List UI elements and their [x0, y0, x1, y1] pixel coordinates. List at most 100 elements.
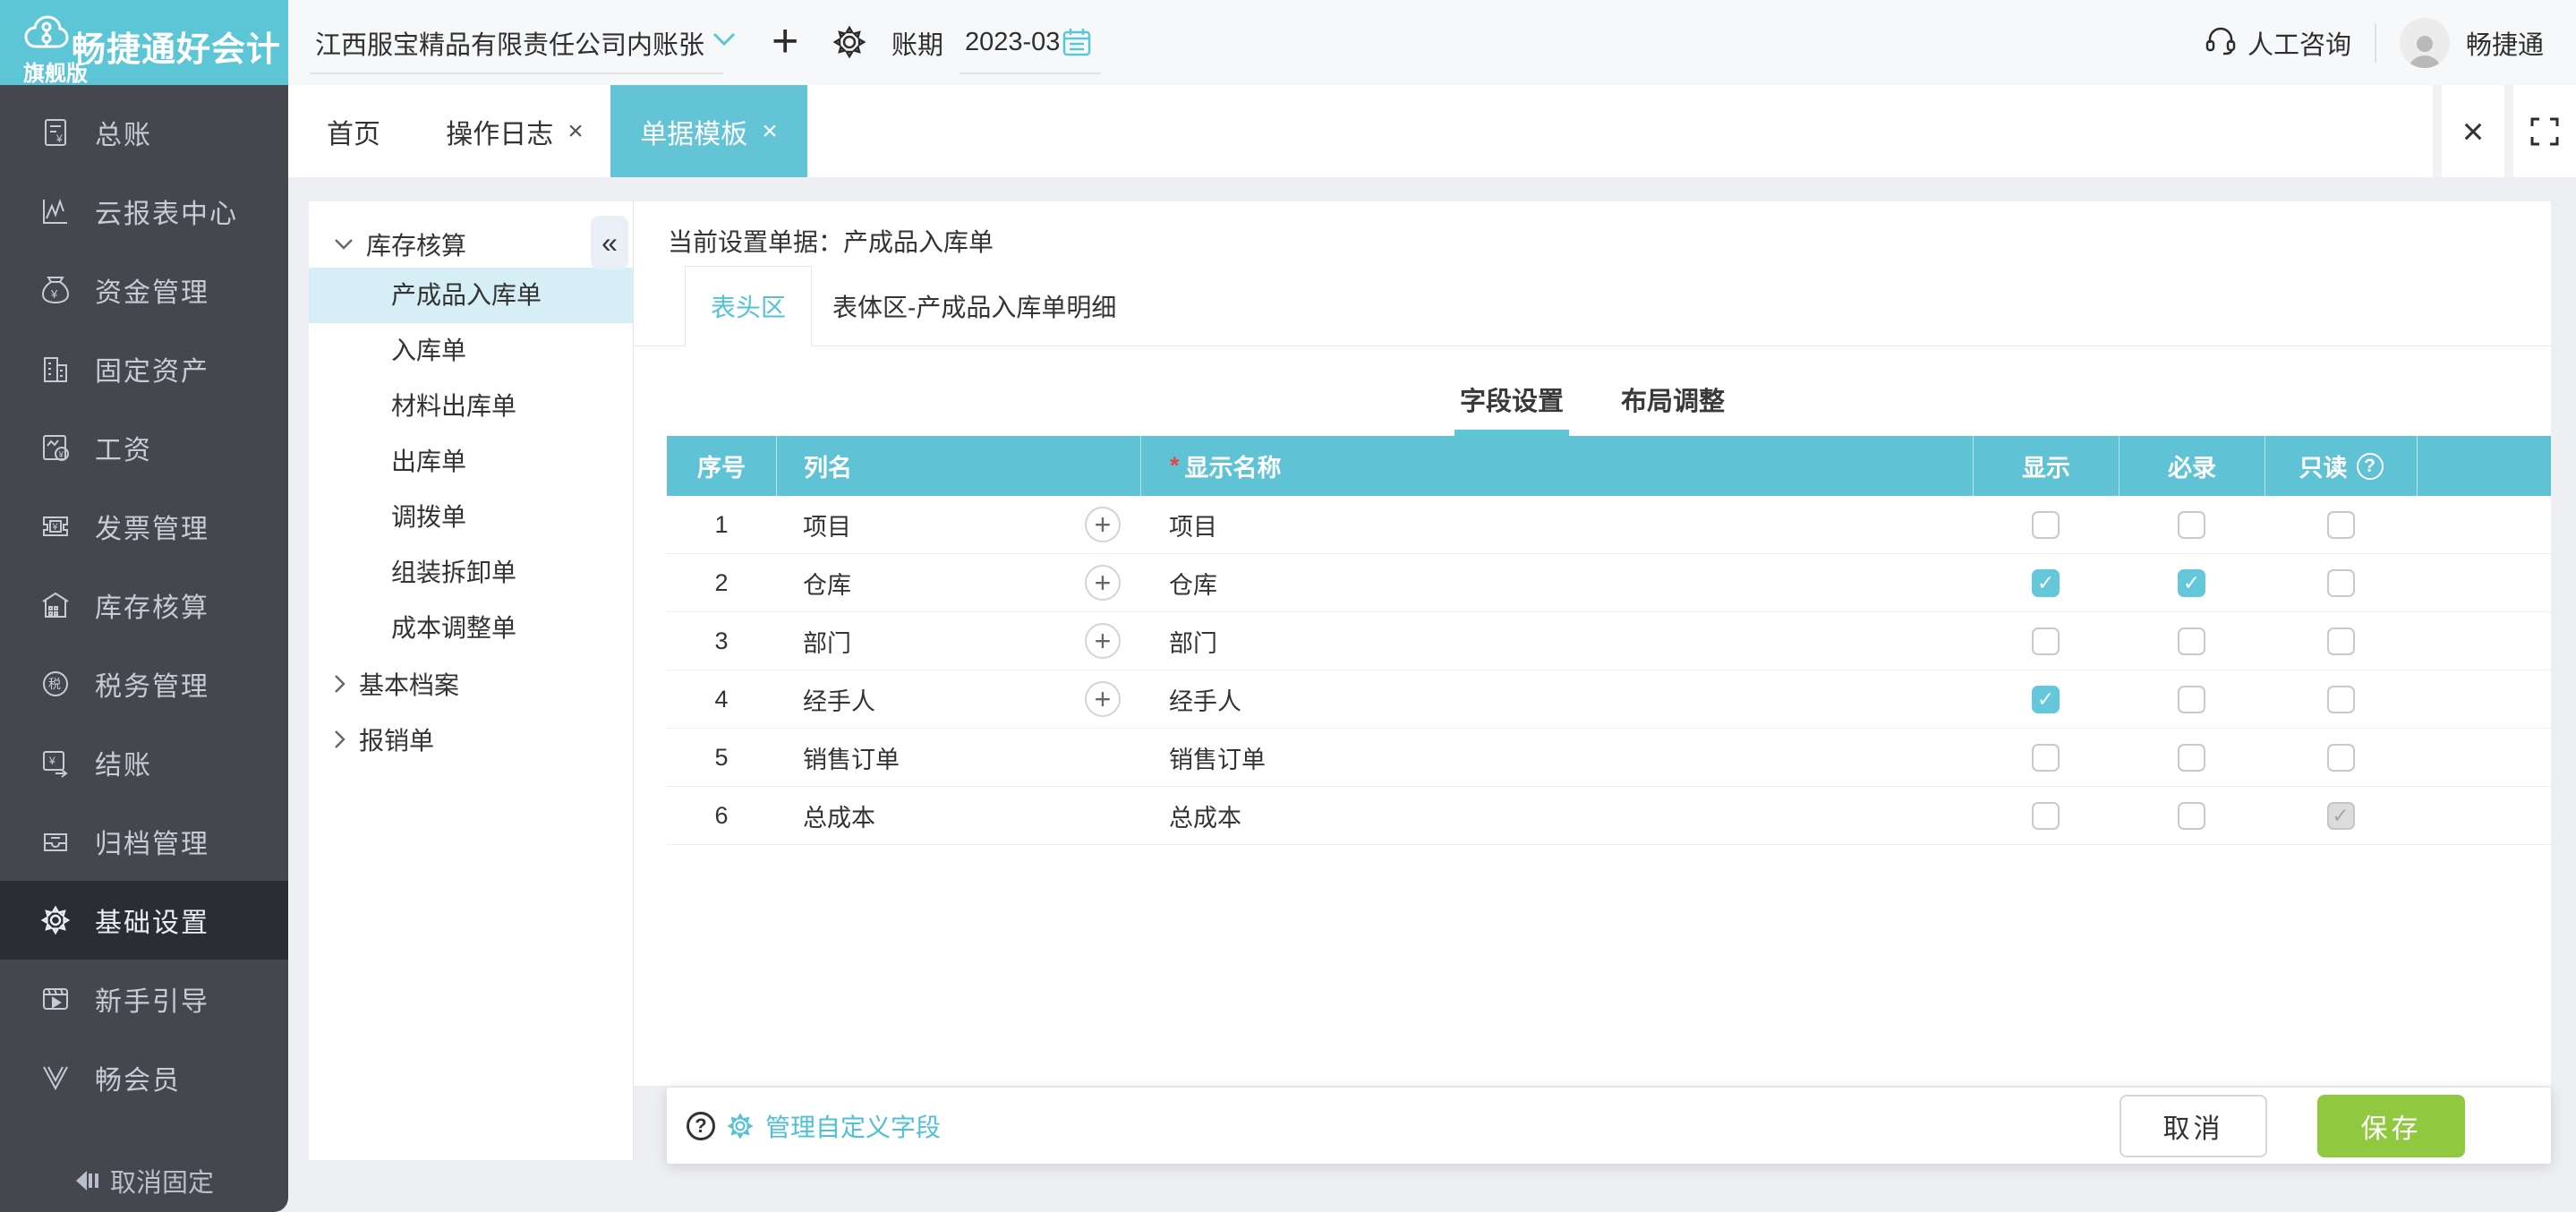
- manual-consult-button[interactable]: 人工咨询: [2205, 23, 2351, 63]
- tab-header-area[interactable]: 表头区: [685, 266, 812, 346]
- calendar-icon[interactable]: [1062, 27, 1092, 62]
- sidebar-item-invoices[interactable]: ¥ 发票管理: [0, 487, 288, 566]
- tab-operation-log[interactable]: 操作日志 ×: [419, 85, 610, 177]
- table-row: 1 项目 + 项目: [667, 496, 2551, 554]
- required-checkbox[interactable]: [2178, 801, 2205, 830]
- svg-text:¥: ¥: [58, 450, 64, 460]
- consult-label: 人工咨询: [2247, 30, 2351, 60]
- show-checkbox[interactable]: [2032, 627, 2060, 655]
- sidebar-item-archive[interactable]: 归档管理: [0, 802, 288, 881]
- tree-group-label: 报销单: [359, 727, 435, 755]
- readonly-checkbox[interactable]: [2326, 568, 2355, 597]
- readonly-checkbox[interactable]: [2326, 510, 2355, 539]
- topbar: 江西服宝精品有限责任公司内账张 + 账期 2023-03 人工咨询 畅捷通: [288, 0, 2576, 85]
- show-checkbox[interactable]: [2032, 568, 2060, 597]
- close-icon[interactable]: ×: [567, 116, 584, 147]
- display-name-value[interactable]: 总成本: [1140, 798, 1973, 833]
- row-seq: 2: [714, 568, 729, 596]
- chevron-right-icon: [335, 730, 345, 748]
- tab-layout-adjust[interactable]: 布局调整: [1616, 364, 1730, 436]
- add-field-icon[interactable]: +: [1085, 681, 1121, 717]
- add-field-icon[interactable]: +: [1085, 565, 1121, 601]
- guide-video-icon: [43, 988, 68, 1010]
- sidebar-item-member[interactable]: 畅会员: [0, 1038, 288, 1117]
- chevron-down-icon[interactable]: [711, 30, 738, 53]
- sidebar-item-cloud-reports[interactable]: 云报表中心: [0, 172, 288, 251]
- save-button[interactable]: 保存: [2317, 1094, 2465, 1157]
- collapse-left-icon: [75, 1171, 98, 1191]
- show-checkbox[interactable]: [2032, 685, 2060, 713]
- sidebar-item-basic-settings[interactable]: 基础设置: [0, 881, 288, 960]
- sidebar-item-inventory[interactable]: 库存核算: [0, 566, 288, 644]
- sidebar-item-label: 归档管理: [95, 830, 209, 859]
- sidebar-item-beginner-guide[interactable]: 新手引导: [0, 960, 288, 1038]
- brand-title: 畅捷通好会计: [72, 31, 282, 69]
- display-name-value[interactable]: 项目: [1140, 508, 1973, 542]
- unpin-sidebar-button[interactable]: 取消固定: [0, 1162, 288, 1199]
- required-checkbox[interactable]: [2178, 743, 2205, 772]
- add-account-button[interactable]: +: [772, 16, 798, 66]
- tab-home[interactable]: 首页: [288, 85, 419, 177]
- tree-group-expense[interactable]: 报销单: [309, 712, 633, 767]
- tree-group-inventory[interactable]: 库存核算: [309, 221, 633, 268]
- sidebar-item-funds[interactable]: ¥ 资金管理: [0, 251, 288, 329]
- area-tabs: 表头区 表体区-产成品入库单明细: [634, 266, 2551, 346]
- tree-item-cost-adjust[interactable]: 成本调整单: [309, 601, 633, 656]
- sidebar-item-tax[interactable]: 税 税务管理: [0, 644, 288, 723]
- required-checkbox[interactable]: [2178, 510, 2205, 539]
- sidebar-item-payroll[interactable]: ¥ 工资: [0, 408, 288, 487]
- avatar[interactable]: [2399, 17, 2450, 68]
- display-name-value[interactable]: 经手人: [1140, 682, 1973, 717]
- unpin-label: 取消固定: [109, 1169, 214, 1198]
- show-checkbox[interactable]: [2032, 510, 2060, 539]
- sidebar-item-fixed-assets[interactable]: 固定资产: [0, 329, 288, 408]
- fullscreen-icon[interactable]: [2504, 85, 2576, 177]
- help-icon[interactable]: ?: [2356, 452, 2384, 480]
- tree-group-basic-files[interactable]: 基本档案: [309, 656, 633, 712]
- readonly-checkbox[interactable]: [2326, 743, 2355, 772]
- brand-subtitle: 旗舰版: [23, 62, 88, 86]
- close-all-tabs-button[interactable]: ×: [2433, 85, 2504, 177]
- display-name-value[interactable]: 部门: [1140, 624, 1973, 659]
- column-name: 总成本: [803, 804, 875, 832]
- svg-text:¥: ¥: [50, 287, 58, 301]
- tree-item-finished-goods-receipt[interactable]: 产成品入库单: [309, 268, 633, 323]
- required-checkbox[interactable]: [2178, 685, 2205, 713]
- table-row: 5 销售订单+ 销售订单: [667, 729, 2551, 787]
- required-checkbox[interactable]: [2178, 627, 2205, 655]
- readonly-checkbox[interactable]: [2326, 801, 2355, 830]
- add-field-icon[interactable]: +: [1085, 507, 1121, 542]
- tree-item-material-issue[interactable]: 材料出库单: [309, 379, 633, 434]
- tab-field-settings[interactable]: 字段设置: [1454, 364, 1569, 436]
- display-name-value[interactable]: 仓库: [1140, 566, 1973, 601]
- add-field-icon[interactable]: +: [1085, 623, 1121, 659]
- custom-field-gear-icon: [727, 1112, 754, 1139]
- display-name-value[interactable]: 销售订单: [1140, 740, 1973, 775]
- tab-doc-template[interactable]: 单据模板 ×: [610, 85, 807, 177]
- collapse-panel-button[interactable]: «: [591, 216, 628, 269]
- settings-gear-icon[interactable]: [832, 25, 866, 64]
- tab-body-area[interactable]: 表体区-产成品入库单明细: [832, 266, 1116, 346]
- sidebar-item-label: 畅会员: [95, 1066, 181, 1096]
- show-checkbox[interactable]: [2032, 801, 2060, 830]
- column-name: 销售订单: [803, 746, 900, 773]
- readonly-checkbox[interactable]: [2326, 685, 2355, 713]
- sidebar-item-label: 新手引导: [95, 987, 209, 1017]
- required-checkbox[interactable]: [2178, 568, 2205, 597]
- close-icon[interactable]: ×: [762, 116, 778, 147]
- sidebar-item-general-ledger[interactable]: ¥ 总账: [0, 93, 288, 172]
- help-icon[interactable]: ?: [687, 1111, 715, 1140]
- tree-item-receipt[interactable]: 入库单: [309, 323, 633, 379]
- show-checkbox[interactable]: [2032, 743, 2060, 772]
- sidebar-item-closing[interactable]: ¥ 结账: [0, 723, 288, 802]
- username[interactable]: 畅捷通: [2466, 24, 2544, 62]
- cancel-button[interactable]: 取消: [2120, 1094, 2267, 1157]
- readonly-checkbox[interactable]: [2326, 627, 2355, 655]
- tree-item-assembly[interactable]: 组装拆卸单: [309, 545, 633, 601]
- tree-item-transfer[interactable]: 调拨单: [309, 490, 633, 545]
- header-readonly: 只读 ?: [2265, 436, 2417, 496]
- chevron-right-icon: [335, 675, 345, 693]
- sidebar-item-label: 工资: [95, 436, 152, 465]
- tree-item-issue[interactable]: 出库单: [309, 434, 633, 490]
- manage-custom-fields-link[interactable]: 管理自定义字段: [765, 1108, 941, 1144]
